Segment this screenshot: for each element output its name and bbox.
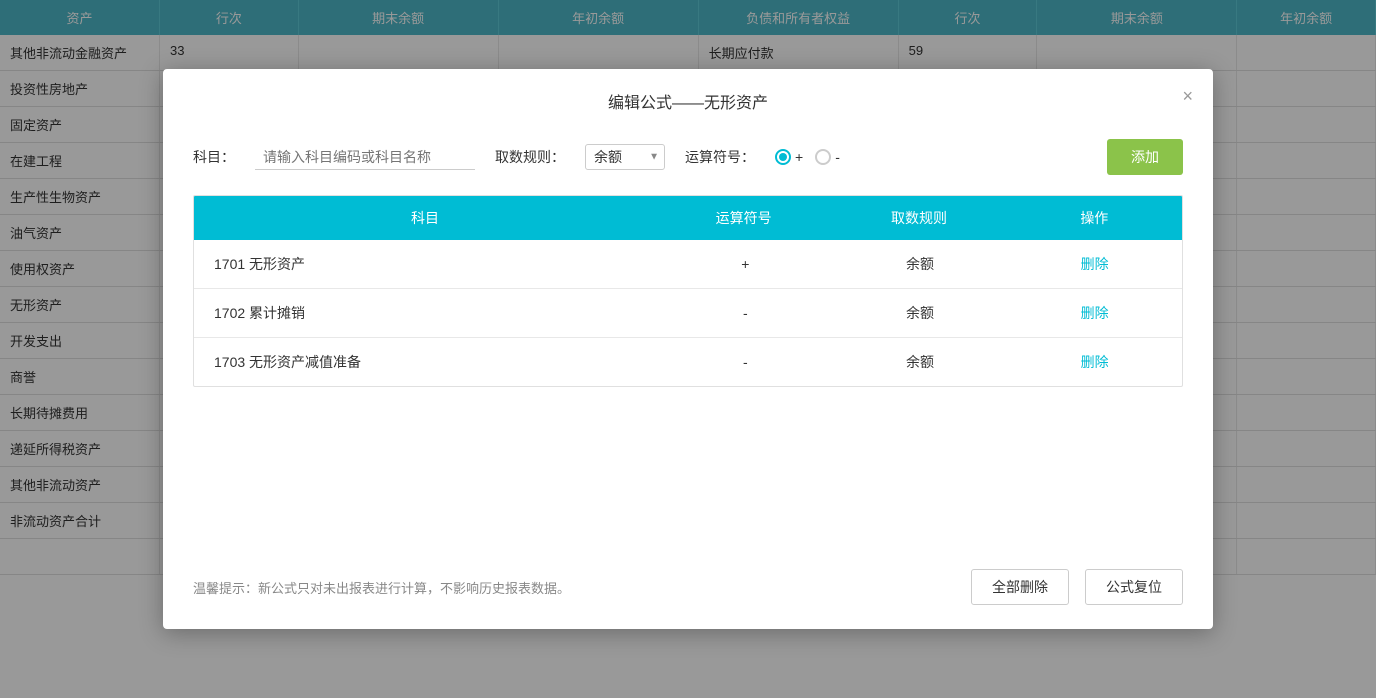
header-action: 操作 bbox=[1007, 196, 1182, 240]
delete-row-0-button[interactable]: 删除 bbox=[1081, 256, 1109, 272]
rule-select[interactable]: 余额 借方 贷方 净额 bbox=[585, 144, 665, 170]
formula-action: 删除 bbox=[1007, 338, 1182, 386]
modal-footer: 温馨提示：新公式只对未出报表进行计算，不影响历史报表数据。 全部删除 公式复位 bbox=[163, 545, 1213, 629]
formula-table-header: 科目 运算符号 取数规则 操作 bbox=[194, 196, 1182, 240]
footer-tip: 温馨提示：新公式只对未出报表进行计算，不影响历史报表数据。 bbox=[193, 578, 570, 597]
header-operator: 运算符号 bbox=[656, 196, 831, 240]
formula-action: 删除 bbox=[1007, 289, 1182, 337]
footer-buttons: 全部删除 公式复位 bbox=[971, 569, 1183, 605]
radio-minus-circle bbox=[815, 149, 831, 165]
modal-form-row: 科目： 取数规则： 余额 借方 贷方 净额 ▼ 运算符号： + bbox=[163, 129, 1213, 195]
formula-row: 1703 无形资产减值准备-余额 删除 bbox=[194, 338, 1182, 386]
header-subject: 科目 bbox=[194, 196, 656, 240]
rule-label: 取数规则： bbox=[495, 147, 565, 167]
formula-rule: 余额 bbox=[833, 240, 1008, 288]
formula-subject: 1701 无形资产 bbox=[194, 240, 658, 288]
modal-title: 编辑公式——无形资产 bbox=[608, 89, 768, 113]
add-button[interactable]: 添加 bbox=[1107, 139, 1183, 175]
formula-rule: 余额 bbox=[833, 338, 1008, 386]
subject-input[interactable] bbox=[255, 145, 475, 170]
delete-all-button[interactable]: 全部删除 bbox=[971, 569, 1069, 605]
formula-rule: 余额 bbox=[833, 289, 1008, 337]
modal-container: 编辑公式——无形资产 × 科目： 取数规则： 余额 借方 贷方 净额 ▼ 运算符… bbox=[163, 69, 1213, 629]
rule-select-wrap: 余额 借方 贷方 净额 ▼ bbox=[585, 144, 665, 170]
delete-row-1-button[interactable]: 删除 bbox=[1081, 305, 1109, 321]
formula-table: 科目 运算符号 取数规则 操作 1701 无形资产+余额删除1702 累计摊销-… bbox=[193, 195, 1183, 387]
formula-subject: 1703 无形资产减值准备 bbox=[194, 338, 658, 386]
radio-plus[interactable]: + bbox=[775, 149, 803, 165]
operator-label: 运算符号： bbox=[685, 147, 755, 167]
formula-operator: - bbox=[658, 340, 833, 384]
formula-row: 1702 累计摊销-余额 删除 bbox=[194, 289, 1182, 338]
formula-operator: - bbox=[658, 291, 833, 335]
formula-subject: 1702 累计摊销 bbox=[194, 289, 658, 337]
header-rule: 取数规则 bbox=[831, 196, 1006, 240]
subject-label: 科目： bbox=[193, 147, 235, 167]
operator-radio-group: + - bbox=[775, 149, 840, 165]
delete-row-2-button[interactable]: 删除 bbox=[1081, 354, 1109, 370]
formula-operator: + bbox=[658, 242, 833, 286]
modal-overlay: 编辑公式——无形资产 × 科目： 取数规则： 余额 借方 贷方 净额 ▼ 运算符… bbox=[0, 0, 1376, 698]
radio-minus[interactable]: - bbox=[815, 149, 840, 165]
modal-header: 编辑公式——无形资产 × bbox=[163, 69, 1213, 129]
formula-row: 1701 无形资产+余额 删除 bbox=[194, 240, 1182, 289]
radio-minus-label: - bbox=[835, 149, 840, 165]
formula-table-rows: 1701 无形资产+余额删除1702 累计摊销-余额删除1703 无形资产减值准… bbox=[194, 240, 1182, 386]
formula-action: 删除 bbox=[1007, 240, 1182, 288]
radio-plus-circle bbox=[775, 149, 791, 165]
radio-plus-label: + bbox=[795, 149, 803, 165]
modal-close-button[interactable]: × bbox=[1182, 87, 1193, 105]
reset-formula-button[interactable]: 公式复位 bbox=[1085, 569, 1183, 605]
